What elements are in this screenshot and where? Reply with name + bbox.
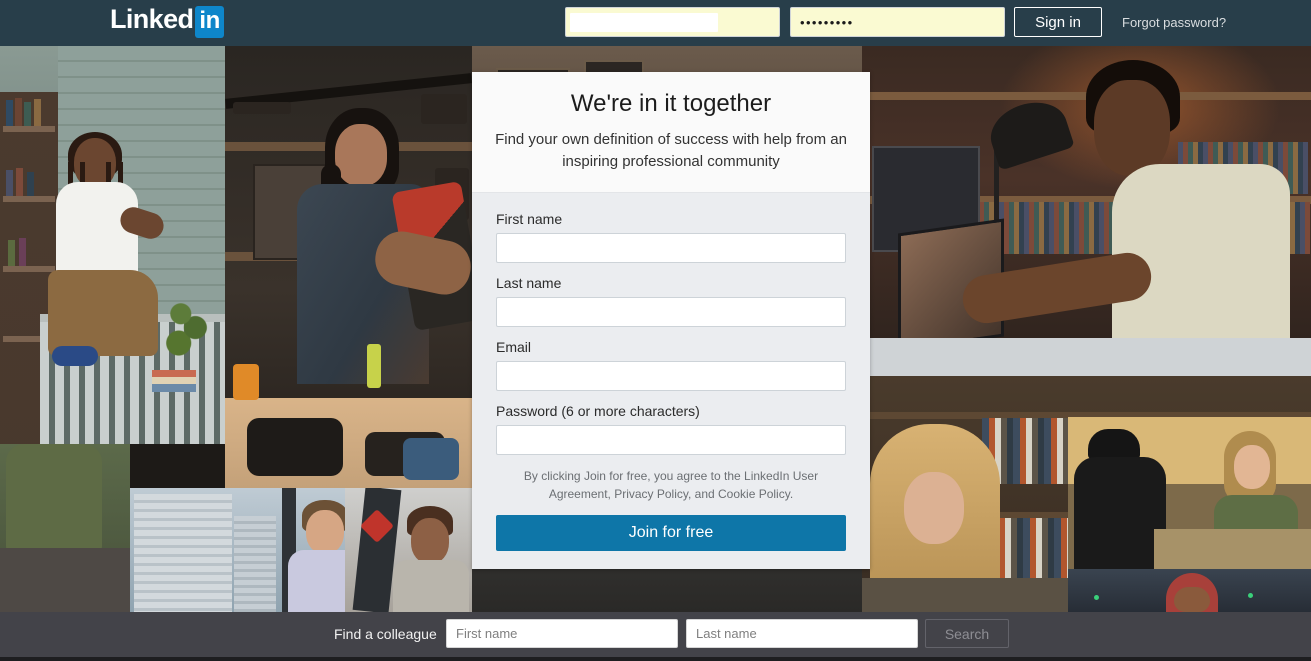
- colleague-first-name-input[interactable]: [446, 619, 678, 648]
- last-name-field-group: Last name: [496, 275, 846, 328]
- first-name-label: First name: [496, 211, 563, 228]
- find-colleague-label: Find a colleague: [334, 626, 437, 642]
- join-for-free-button[interactable]: Join for free: [496, 515, 846, 552]
- email-field-group: Email: [496, 339, 846, 392]
- top-navigation-bar: Linked in ••••••••• Sign in Forgot passwo…: [0, 0, 1311, 46]
- password-label: Password (6 or more characters): [496, 403, 700, 420]
- signup-subtitle: Find your own definition of success with…: [495, 130, 847, 170]
- signup-form: First name Last name Email Password (6 o…: [472, 193, 870, 552]
- signin-email-field[interactable]: [565, 7, 780, 37]
- logo-wordmark: Linked: [110, 4, 194, 34]
- viewport-bottom-edge: [0, 657, 1311, 661]
- linkedin-logo[interactable]: Linked in: [110, 6, 224, 38]
- signup-card-header: We're in it together Find your own defin…: [472, 72, 870, 194]
- first-name-field-group: First name: [496, 211, 846, 264]
- signin-email-selection-highlight: [570, 12, 718, 32]
- collage-tile-green-shirt-person: [0, 444, 130, 612]
- sign-in-button[interactable]: Sign in: [1014, 7, 1102, 37]
- last-name-label: Last name: [496, 275, 562, 292]
- password-input[interactable]: [496, 425, 846, 456]
- collage-tile-cafe-counter: [1068, 417, 1311, 569]
- collage-tile-turban-man: [1068, 569, 1311, 612]
- collage-tile-studio-laptop-woman: [862, 46, 1311, 376]
- collage-tile-porch-woman: [0, 46, 225, 444]
- last-name-input[interactable]: [496, 297, 846, 328]
- collage-tile-skateboarder: [345, 488, 472, 612]
- forgot-password-link[interactable]: Forgot password?: [1122, 15, 1226, 30]
- colleague-last-name-input[interactable]: [686, 619, 918, 648]
- colleague-search-button[interactable]: Search: [925, 619, 1009, 648]
- collage-tile-city-man: [130, 488, 345, 612]
- first-name-input[interactable]: [496, 233, 846, 264]
- legal-disclaimer: By clicking Join for free, you agree to …: [523, 469, 819, 502]
- signup-title: We're in it together: [570, 90, 772, 117]
- linkedin-signup-page: Linked in ••••••••• Sign in Forgot passwo…: [0, 0, 1311, 661]
- email-label: Email: [496, 339, 532, 356]
- email-input[interactable]: [496, 361, 846, 392]
- logo-in-badge: in: [195, 6, 224, 38]
- password-field-group: Password (6 or more characters): [496, 403, 846, 456]
- collage-tile-workshop-man: [225, 46, 472, 488]
- signup-card: We're in it together Find your own defin…: [472, 72, 870, 569]
- signin-password-field[interactable]: •••••••••: [790, 7, 1005, 37]
